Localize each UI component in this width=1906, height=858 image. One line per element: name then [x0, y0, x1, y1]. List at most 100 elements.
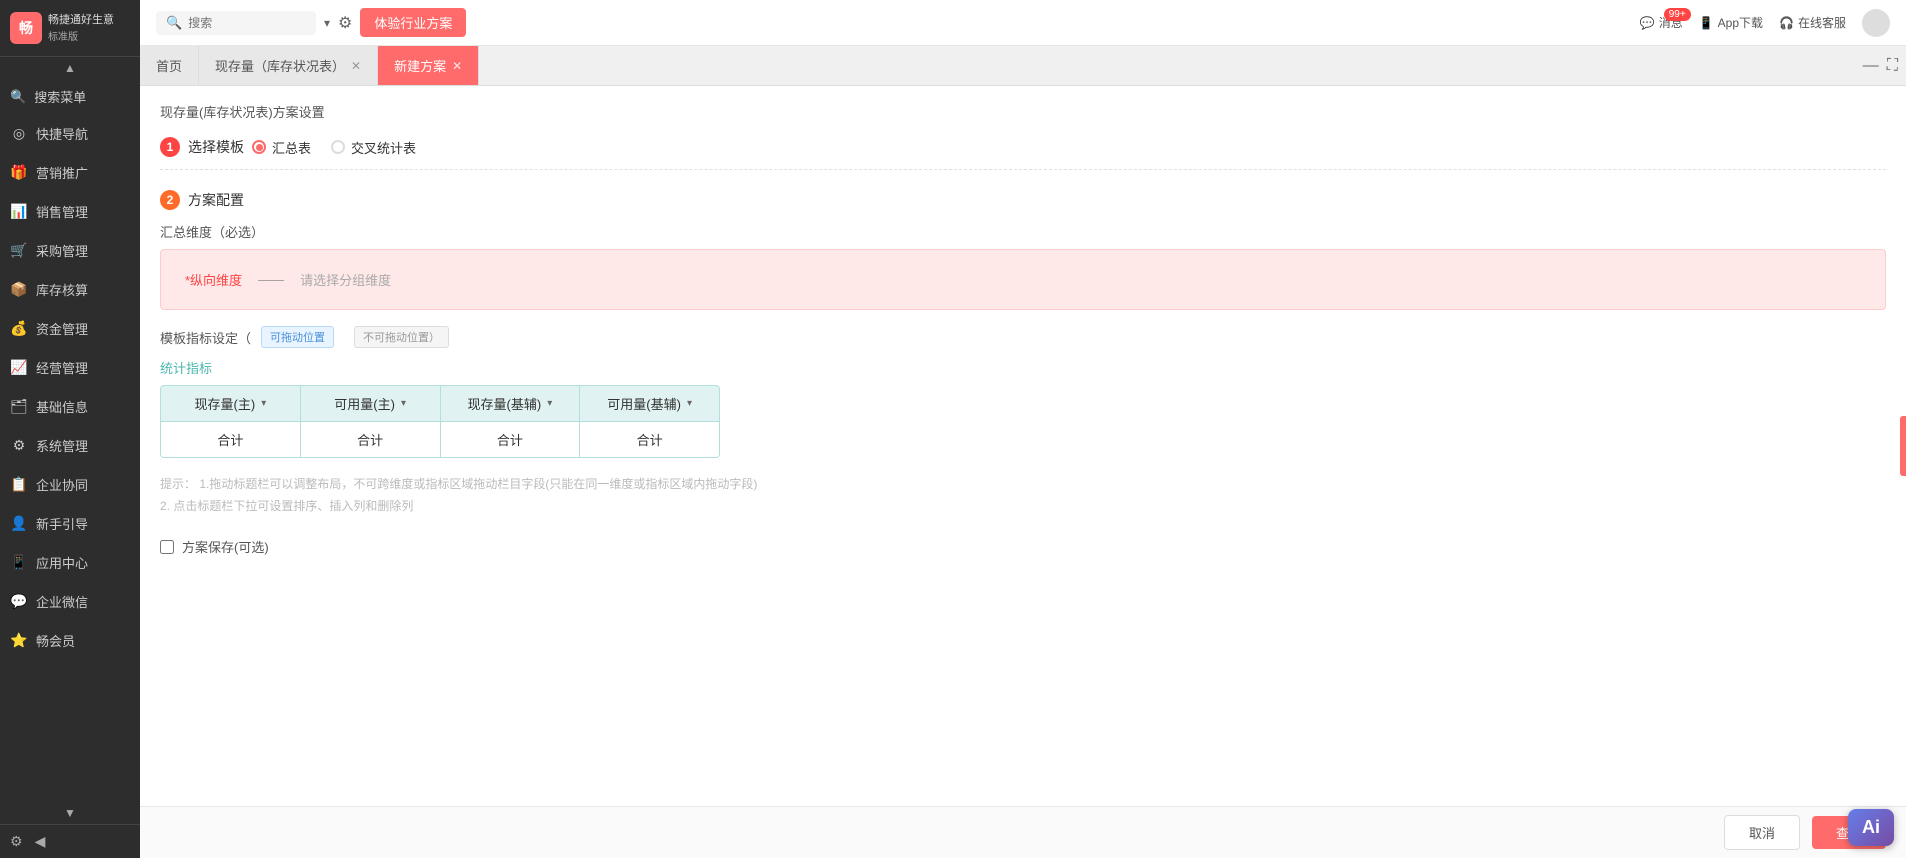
sidebar-item-business[interactable]: 📈 经营管理 — [0, 348, 140, 387]
tabs-bar: 首页 现存量（库存状况表） ✕ 新建方案 ✕ — ⛶ — [140, 46, 1906, 86]
sidebar-item-apps[interactable]: 📱 应用中心 — [0, 543, 140, 582]
right-handle[interactable] — [1900, 416, 1906, 476]
metrics-col-1[interactable]: 可用量(主) ▾ — [301, 386, 441, 421]
tab-new-plan-close[interactable]: ✕ — [452, 60, 462, 72]
topbar-app-download[interactable]: 📱 App下载 — [1699, 14, 1763, 31]
radio-summary-label: 汇总表 — [272, 138, 311, 157]
topbar-avatar[interactable] — [1862, 9, 1890, 37]
tab-inventory[interactable]: 现存量（库存状况表） ✕ — [199, 46, 378, 85]
app-name: 畅捷通好生意 — [48, 13, 114, 27]
sidebar-item-basic[interactable]: 🗂 基础信息 — [0, 387, 140, 426]
topbar-search-icon: 🔍 — [166, 15, 182, 31]
sidebar-item-label: 系统管理 — [36, 436, 88, 455]
inventory-icon: 📦 — [10, 281, 28, 299]
sidebar-item-system[interactable]: ⚙ 系统管理 — [0, 426, 140, 465]
chevron-down-icon-1: ▾ — [401, 398, 406, 409]
sidebar-item-shortcut[interactable]: ◎ 快捷导航 — [0, 114, 140, 153]
stats-title: 统计指标 — [160, 358, 1886, 377]
sidebar-item-label: 基础信息 — [36, 397, 88, 416]
topbar-msg[interactable]: 💬 消息 99+ — [1640, 14, 1683, 31]
sidebar-item-inventory[interactable]: 📦 库存核算 — [0, 270, 140, 309]
tip-2: 2. 点击标题栏下拉可设置排序、插入列和删除列 — [160, 496, 1886, 518]
tab-inventory-close[interactable]: ✕ — [351, 60, 361, 72]
sidebar-settings-btn[interactable]: ⚙ — [10, 833, 23, 850]
sidebar-item-wechat[interactable]: 💬 企业微信 — [0, 582, 140, 621]
metrics-col-0[interactable]: 现存量(主) ▾ — [161, 386, 301, 421]
tip-1: 1.拖动标题栏可以调整布局，不可跨维度或指标区域拖动栏目字段(只能在同一维度或指… — [199, 477, 757, 491]
sidebar-scroll-up[interactable]: ▲ — [0, 57, 140, 79]
tab-new-plan-label: 新建方案 — [394, 56, 446, 75]
chevron-down-icon-2: ▾ — [547, 398, 552, 409]
sidebar-nav: ◎ 快捷导航 🎁 营销推广 📊 销售管理 🛒 采购管理 📦 库存核算 💰 资金管… — [0, 114, 140, 802]
radio-summary-btn[interactable] — [252, 140, 266, 154]
topbar-settings-btn[interactable]: ⚙ — [338, 13, 352, 33]
section-template: 1 选择模板 汇总表 交叉统计表 — [160, 137, 1886, 170]
tab-minimize-btn[interactable]: — — [1863, 57, 1879, 75]
chat-icon: 💬 — [1640, 16, 1655, 30]
section1-title: 选择模板 — [188, 137, 244, 157]
metrics-col-3-label: 可用量(基辅) — [607, 394, 681, 413]
topbar-left: 🔍 ▾ ⚙ 选择模板 体验行业方案 — [156, 8, 1630, 37]
wechat-icon: 💬 — [10, 593, 28, 611]
main-area: 🔍 ▾ ⚙ 选择模板 体验行业方案 💬 消息 99+ 📱 App下载 🎧 在线客… — [140, 0, 1906, 858]
topbar-search-input[interactable] — [188, 16, 288, 30]
sidebar-item-purchase[interactable]: 🛒 采购管理 — [0, 231, 140, 270]
fixed-badge: 不可拖动位置） — [354, 326, 449, 348]
metrics-setting-label: 模板指标设定（ 可拖动位置 不可拖动位置） — [160, 326, 1886, 348]
metrics-col-2-label: 现存量(基辅) — [468, 394, 542, 413]
sidebar-item-company[interactable]: 📋 企业协同 — [0, 465, 140, 504]
footer: 取消 查询 — [140, 806, 1906, 858]
sidebar-item-label: 经营管理 — [36, 358, 88, 377]
metrics-col-1-label: 可用量(主) — [334, 394, 395, 413]
radio-summary[interactable]: 汇总表 — [252, 138, 311, 157]
tab-actions: — ⛶ — [1855, 57, 1906, 75]
sidebar-footer: ⚙ ◀ — [0, 824, 140, 858]
metrics-col-2[interactable]: 现存量(基辅) ▾ — [441, 386, 581, 421]
save-label: 方案保存(可选) — [182, 537, 269, 556]
sidebar-collapse-btn[interactable]: ◀ — [35, 833, 46, 850]
summary-dim-label: 汇总维度（必选） — [160, 222, 1886, 241]
sidebar-item-label: 采购管理 — [36, 241, 88, 260]
topbar-trial-button[interactable]: 体验行业方案 — [360, 8, 466, 37]
metrics-table-header: 现存量(主) ▾ 可用量(主) ▾ 现存量(基辅) ▾ 可用量(基辅) ▾ — [161, 386, 719, 421]
section1-header: 1 选择模板 汇总表 交叉统计表 — [160, 137, 1886, 157]
sidebar-item-sales[interactable]: 📊 销售管理 — [0, 192, 140, 231]
vertical-dim-placeholder: 请选择分组维度 — [300, 270, 391, 289]
metrics-cell-2: 合计 — [441, 422, 581, 457]
sidebar-item-member[interactable]: ⭐ 畅会员 — [0, 621, 140, 660]
vertical-dim-required: *纵向维度 — [185, 270, 242, 289]
apps-icon: 📱 — [10, 554, 28, 572]
metrics-col-0-label: 现存量(主) — [195, 394, 256, 413]
sales-icon: 📊 — [10, 203, 28, 221]
tab-expand-btn[interactable]: ⛶ — [1887, 57, 1898, 75]
ai-badge[interactable]: Ai — [1848, 809, 1894, 846]
tab-home[interactable]: 首页 — [140, 46, 199, 85]
topbar-dropdown-btn[interactable]: ▾ — [324, 16, 330, 30]
save-checkbox[interactable] — [160, 540, 174, 554]
cancel-button[interactable]: 取消 — [1724, 815, 1800, 850]
sidebar-search[interactable]: 🔍 搜索菜单 — [0, 79, 140, 114]
radio-cross-btn[interactable] — [331, 140, 345, 154]
template-options: 汇总表 交叉统计表 — [252, 138, 416, 157]
search-icon: 🔍 — [10, 89, 26, 105]
sidebar-item-marketing[interactable]: 🎁 营销推广 — [0, 153, 140, 192]
sidebar-item-newbie[interactable]: 👤 新手引导 — [0, 504, 140, 543]
radio-cross[interactable]: 交叉统计表 — [331, 138, 416, 157]
sidebar-item-label: 企业协同 — [36, 475, 88, 494]
newbie-icon: 👤 — [10, 515, 28, 533]
metrics-col-3[interactable]: 可用量(基辅) ▾ — [580, 386, 719, 421]
section1-num: 1 — [160, 137, 180, 157]
sidebar-item-finance[interactable]: 💰 资金管理 — [0, 309, 140, 348]
chevron-down-icon-3: ▾ — [687, 398, 692, 409]
save-option: 方案保存(可选) — [160, 537, 1886, 556]
section2-header: 2 方案配置 — [160, 190, 1886, 210]
section1-divider — [160, 169, 1886, 170]
sidebar-logo: 畅 畅捷通好生意 标准版 — [0, 0, 140, 57]
tab-new-plan[interactable]: 新建方案 ✕ — [378, 46, 479, 85]
dimension-box[interactable]: *纵向维度 —— 请选择分组维度 — [160, 249, 1886, 310]
topbar-online-service[interactable]: 🎧 在线客服 — [1779, 14, 1846, 31]
sidebar-item-label: 资金管理 — [36, 319, 88, 338]
sidebar-scroll-down[interactable]: ▼ — [0, 802, 140, 824]
content-area: 现存量(库存状况表)方案设置 1 选择模板 汇总表 交叉统计表 — [140, 86, 1906, 806]
topbar-search-box[interactable]: 🔍 — [156, 11, 316, 35]
